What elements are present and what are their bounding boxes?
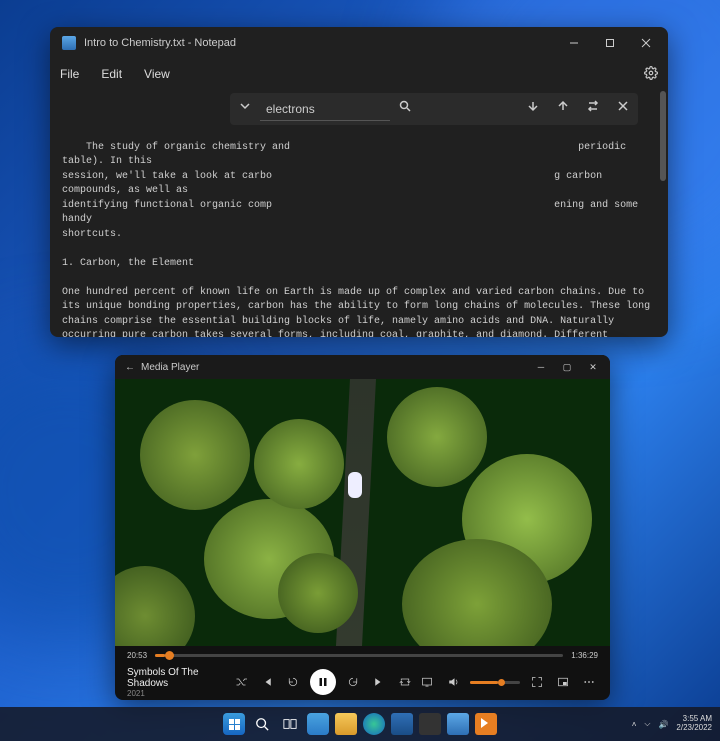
- media-controls: Symbols Of The Shadows 2021: [115, 664, 610, 700]
- rewind-button[interactable]: [284, 673, 302, 691]
- settings-icon[interactable]: [644, 66, 658, 83]
- taskview-icon[interactable]: [279, 713, 301, 735]
- find-mode-dropdown[interactable]: [230, 100, 260, 118]
- menu-file[interactable]: File: [60, 67, 79, 81]
- tray-chevron-icon[interactable]: ˄: [632, 720, 637, 729]
- maximize-button[interactable]: [592, 29, 628, 57]
- fullscreen-button[interactable]: [528, 673, 546, 691]
- shuffle-button[interactable]: [232, 673, 250, 691]
- find-input[interactable]: [260, 98, 390, 121]
- find-close-button[interactable]: [608, 100, 638, 118]
- widgets-icon[interactable]: [307, 713, 329, 735]
- notepad-menubar: File Edit View: [50, 59, 668, 89]
- start-button[interactable]: [223, 713, 245, 735]
- menu-edit[interactable]: Edit: [101, 67, 122, 81]
- notepad-icon: [62, 36, 76, 50]
- find-next-button[interactable]: [518, 100, 548, 118]
- back-icon[interactable]: ←: [125, 362, 135, 373]
- text-before: The study of organic chemistry and perio…: [62, 142, 656, 338]
- notepad-window: Intro to Chemistry.txt - Notepad File Ed…: [50, 27, 668, 337]
- notepad-taskbar-icon[interactable]: [447, 713, 469, 735]
- store-icon[interactable]: [391, 713, 413, 735]
- seek-track[interactable]: [155, 654, 563, 657]
- notepad-title: Intro to Chemistry.txt - Notepad: [84, 37, 236, 49]
- find-bar: [230, 93, 638, 125]
- media-year: 2021: [127, 689, 228, 698]
- tray-volume-icon[interactable]: 🔊: [658, 720, 668, 729]
- fastfwd-button[interactable]: [344, 673, 362, 691]
- miniplayer-button[interactable]: [554, 673, 572, 691]
- media-title: Symbols Of The Shadows: [127, 667, 228, 689]
- close-button[interactable]: [628, 29, 664, 57]
- explorer-icon[interactable]: [335, 713, 357, 735]
- mp-minimize-button[interactable]: ─: [528, 362, 554, 373]
- progress-bar-row: 20:53 1:36:29: [115, 646, 610, 664]
- prev-button[interactable]: [258, 673, 276, 691]
- minimize-button[interactable]: [556, 29, 592, 57]
- tray-datetime[interactable]: 3:55 AM 2/23/2022: [676, 715, 712, 733]
- media-app-title: Media Player: [141, 362, 199, 373]
- taskbar[interactable]: ˄ ⌵ 🔊 3:55 AM 2/23/2022: [0, 707, 720, 741]
- search-taskbar-icon[interactable]: [251, 713, 273, 735]
- mp-maximize-button[interactable]: ▢: [554, 362, 580, 373]
- media-titlebar[interactable]: ← Media Player ─ ▢ ✕: [115, 355, 610, 379]
- mp-close-button[interactable]: ✕: [580, 362, 606, 373]
- more-button[interactable]: [580, 673, 598, 691]
- video-area[interactable]: [115, 379, 610, 646]
- car-in-video: [348, 472, 362, 498]
- repeat-button[interactable]: [396, 673, 414, 691]
- volume-icon[interactable]: [444, 673, 462, 691]
- next-button[interactable]: [370, 673, 388, 691]
- notepad-titlebar[interactable]: Intro to Chemistry.txt - Notepad: [50, 27, 668, 59]
- time-total: 1:36:29: [571, 651, 598, 660]
- volume-slider[interactable]: [470, 681, 520, 684]
- menu-view[interactable]: View: [144, 67, 170, 81]
- time-elapsed: 20:53: [127, 651, 147, 660]
- play-pause-button[interactable]: [310, 669, 336, 695]
- scrollbar[interactable]: [660, 91, 666, 181]
- find-options-button[interactable]: [578, 100, 608, 118]
- cast-button[interactable]: [418, 673, 436, 691]
- tray-wifi-icon[interactable]: ⌵: [644, 719, 650, 729]
- find-search-icon[interactable]: [390, 100, 420, 118]
- notepad-textarea[interactable]: The study of organic chemistry and perio…: [50, 89, 668, 337]
- find-prev-button[interactable]: [548, 100, 578, 118]
- app1-icon[interactable]: [419, 713, 441, 735]
- media-taskbar-icon[interactable]: [475, 713, 497, 735]
- system-tray[interactable]: ˄ ⌵ 🔊 3:55 AM 2/23/2022: [632, 715, 712, 733]
- edge-icon[interactable]: [363, 713, 385, 735]
- media-player-window: ← Media Player ─ ▢ ✕ 20:53 1:36:29: [115, 355, 610, 700]
